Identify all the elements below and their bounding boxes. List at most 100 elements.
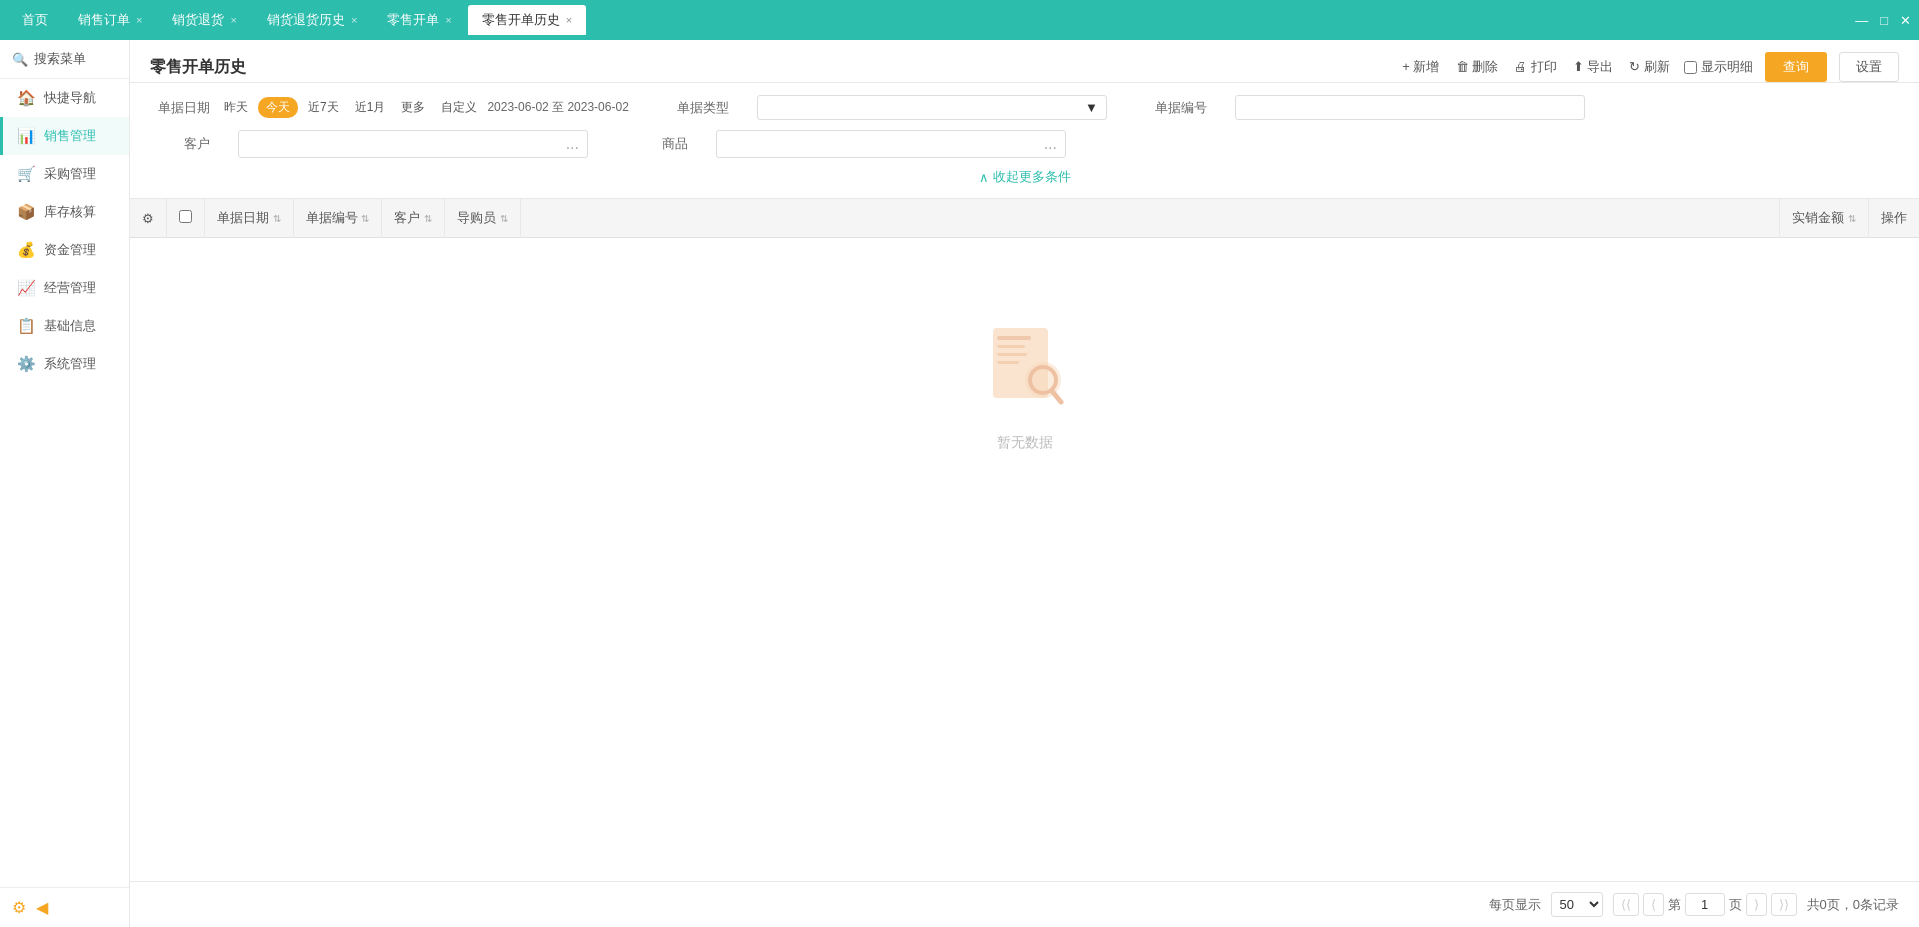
delete-button[interactable]: 🗑 删除	[1454, 54, 1501, 80]
first-page-btn[interactable]: ⟨⟨	[1613, 893, 1639, 916]
nav-icon-finance: 💰	[17, 241, 36, 259]
tab-label: 零售开单	[387, 11, 439, 29]
print-button[interactable]: 🖨 打印	[1512, 54, 1559, 80]
pagination-bar: 每页显示 50 10 20 100 ⟨⟨ ⟨ 第 页 ⟩ ⟩⟩ 共0页，0条记录	[130, 881, 1919, 927]
tab-close-sales-return-history[interactable]: ×	[351, 14, 357, 26]
tab-bar: 首页销售订单×销货退货×销货退货历史×零售开单×零售开单历史× — □ ✕	[0, 0, 1919, 40]
date-btn-近7天[interactable]: 近7天	[302, 97, 345, 118]
sidebar: 🔍 搜索菜单 🏠 快捷导航 📊 销售管理 🛒 采购管理 📦 库存核算 💰 资金管…	[0, 40, 130, 927]
window-close-btn[interactable]: ✕	[1900, 13, 1911, 28]
page-header: 零售开单历史 + 新增 🗑 删除 🖨 打印 ⬆ 导出 ↻ 刷新 显示明细 查询 …	[130, 40, 1919, 83]
sidebar-item-basic-info[interactable]: 📋 基础信息	[0, 307, 129, 345]
sidebar-item-finance[interactable]: 💰 资金管理	[0, 231, 129, 269]
nav-icon-inventory: 📦	[17, 203, 36, 221]
toolbar: + 新增 🗑 删除 🖨 打印 ⬆ 导出 ↻ 刷新 显示明细 查询 设置	[1400, 52, 1899, 82]
tab-close-retail-open[interactable]: ×	[445, 14, 451, 26]
window-min-btn[interactable]: —	[1855, 13, 1868, 28]
nav-label-inventory: 库存核算	[44, 203, 96, 221]
show-detail-checkbox[interactable]	[1684, 61, 1697, 74]
th-customer-sort[interactable]: ⇅	[424, 213, 432, 224]
sidebar-item-sales-mgmt[interactable]: 📊 销售管理	[0, 117, 129, 155]
customer-filter-select[interactable]: ...	[238, 130, 588, 158]
date-btn-今天[interactable]: 今天	[258, 97, 298, 118]
show-detail-label[interactable]: 显示明细	[1684, 58, 1753, 76]
tab-retail-history[interactable]: 零售开单历史×	[468, 5, 586, 35]
svg-line-7	[1052, 391, 1061, 402]
per-page-label: 每页显示	[1489, 896, 1541, 914]
collapse-row[interactable]: ∧ 收起更多条件	[150, 168, 1899, 186]
tab-home[interactable]: 首页	[8, 5, 62, 35]
th-salesperson: 导购员 ⇅	[444, 199, 520, 238]
th-salesperson-sort[interactable]: ⇅	[500, 213, 508, 224]
sidebar-nav: 🏠 快捷导航 📊 销售管理 🛒 采购管理 📦 库存核算 💰 资金管理 📈 经营管…	[0, 79, 129, 383]
sidebar-item-quick-nav[interactable]: 🏠 快捷导航	[0, 79, 129, 117]
date-filter-group: 昨天今天近7天近1月更多自定义	[218, 97, 483, 118]
filter-row-1: 单据日期 昨天今天近7天近1月更多自定义 2023-06-02 至 2023-0…	[150, 95, 1899, 120]
tab-sales-order[interactable]: 销售订单×	[64, 5, 156, 35]
nav-label-sales-mgmt: 销售管理	[44, 127, 96, 145]
page-title: 零售开单历史	[150, 57, 246, 78]
tab-retail-open[interactable]: 零售开单 ×	[373, 5, 465, 35]
th-amount-sort[interactable]: ⇅	[1848, 213, 1856, 224]
nav-icon-basic-info: 📋	[17, 317, 36, 335]
tab-close-retail-history[interactable]: ×	[566, 14, 572, 26]
last-page-btn[interactable]: ⟩⟩	[1771, 893, 1797, 916]
th-number-sort[interactable]: ⇅	[361, 213, 369, 224]
query-button[interactable]: 查询	[1765, 52, 1827, 82]
nav-label-sys-mgmt: 系统管理	[44, 355, 96, 373]
refresh-button[interactable]: ↻ 刷新	[1627, 54, 1672, 80]
tab-label: 销货退货历史	[267, 11, 345, 29]
goods-filter-label: 商品	[628, 135, 688, 153]
empty-illustration	[975, 318, 1075, 418]
tab-sales-return-history[interactable]: 销货退货历史 ×	[253, 5, 371, 35]
th-check[interactable]	[167, 199, 205, 238]
th-amount: 实销金额 ⇅	[1780, 199, 1869, 238]
select-all-checkbox[interactable]	[179, 210, 192, 223]
svg-rect-4	[997, 361, 1019, 364]
sidebar-item-sys-mgmt[interactable]: ⚙️ 系统管理	[0, 345, 129, 383]
th-date-sort[interactable]: ⇅	[273, 213, 281, 224]
date-btn-更多[interactable]: 更多	[395, 97, 431, 118]
settings-icon[interactable]: ⚙	[12, 898, 26, 917]
setting-button[interactable]: 设置	[1839, 52, 1899, 82]
sidebar-search[interactable]: 🔍 搜索菜单	[0, 40, 129, 79]
sidebar-item-purchase-mgmt[interactable]: 🛒 采购管理	[0, 155, 129, 193]
sidebar-item-inventory[interactable]: 📦 库存核算	[0, 193, 129, 231]
table-container: ⚙ 单据日期 ⇅ 单据编号 ⇅ 客户 ⇅	[130, 199, 1919, 881]
data-table: ⚙ 单据日期 ⇅ 单据编号 ⇅ 客户 ⇅	[130, 199, 1919, 238]
next-page-btn[interactable]: ⟩	[1746, 893, 1767, 916]
tab-close-sales-return[interactable]: ×	[230, 14, 236, 26]
tab-close-sales-order[interactable]: ×	[136, 14, 142, 26]
number-filter-input[interactable]	[1235, 95, 1585, 120]
sidebar-item-ops-mgmt[interactable]: 📈 经营管理	[0, 269, 129, 307]
total-text: 共0页，0条记录	[1807, 896, 1899, 914]
type-filter-label: 单据类型	[669, 99, 729, 117]
collapse-icon[interactable]: ◀	[36, 898, 48, 917]
page-label: 第	[1668, 896, 1681, 914]
date-btn-昨天[interactable]: 昨天	[218, 97, 254, 118]
goods-filter-dots: ...	[1044, 135, 1057, 153]
sidebar-footer: ⚙ ◀	[0, 887, 129, 927]
prev-page-btn[interactable]: ⟨	[1643, 893, 1664, 916]
type-filter-arrow: ▼	[1085, 100, 1098, 115]
add-button[interactable]: + 新增	[1400, 54, 1441, 80]
nav-label-purchase-mgmt: 采购管理	[44, 165, 96, 183]
per-page-select[interactable]: 50 10 20 100	[1551, 892, 1603, 917]
th-settings[interactable]: ⚙	[130, 199, 167, 238]
th-salesperson-label: 导购员	[457, 210, 496, 225]
th-customer: 客户 ⇅	[382, 199, 445, 238]
collapse-label: 收起更多条件	[993, 168, 1071, 186]
tab-sales-return[interactable]: 销货退货×	[158, 5, 250, 35]
page-input[interactable]	[1685, 893, 1725, 916]
nav-label-quick-nav: 快捷导航	[44, 89, 96, 107]
nav-label-finance: 资金管理	[44, 241, 96, 259]
export-button[interactable]: ⬆ 导出	[1571, 54, 1616, 80]
date-btn-近1月[interactable]: 近1月	[349, 97, 392, 118]
window-max-btn[interactable]: □	[1880, 13, 1888, 28]
date-btn-自定义[interactable]: 自定义	[435, 97, 483, 118]
table-header-row: ⚙ 单据日期 ⇅ 单据编号 ⇅ 客户 ⇅	[130, 199, 1919, 238]
goods-filter-select[interactable]: ...	[716, 130, 1066, 158]
type-filter-select[interactable]: ▼	[757, 95, 1107, 120]
number-filter-label: 单据编号	[1147, 99, 1207, 117]
svg-rect-2	[997, 345, 1025, 348]
